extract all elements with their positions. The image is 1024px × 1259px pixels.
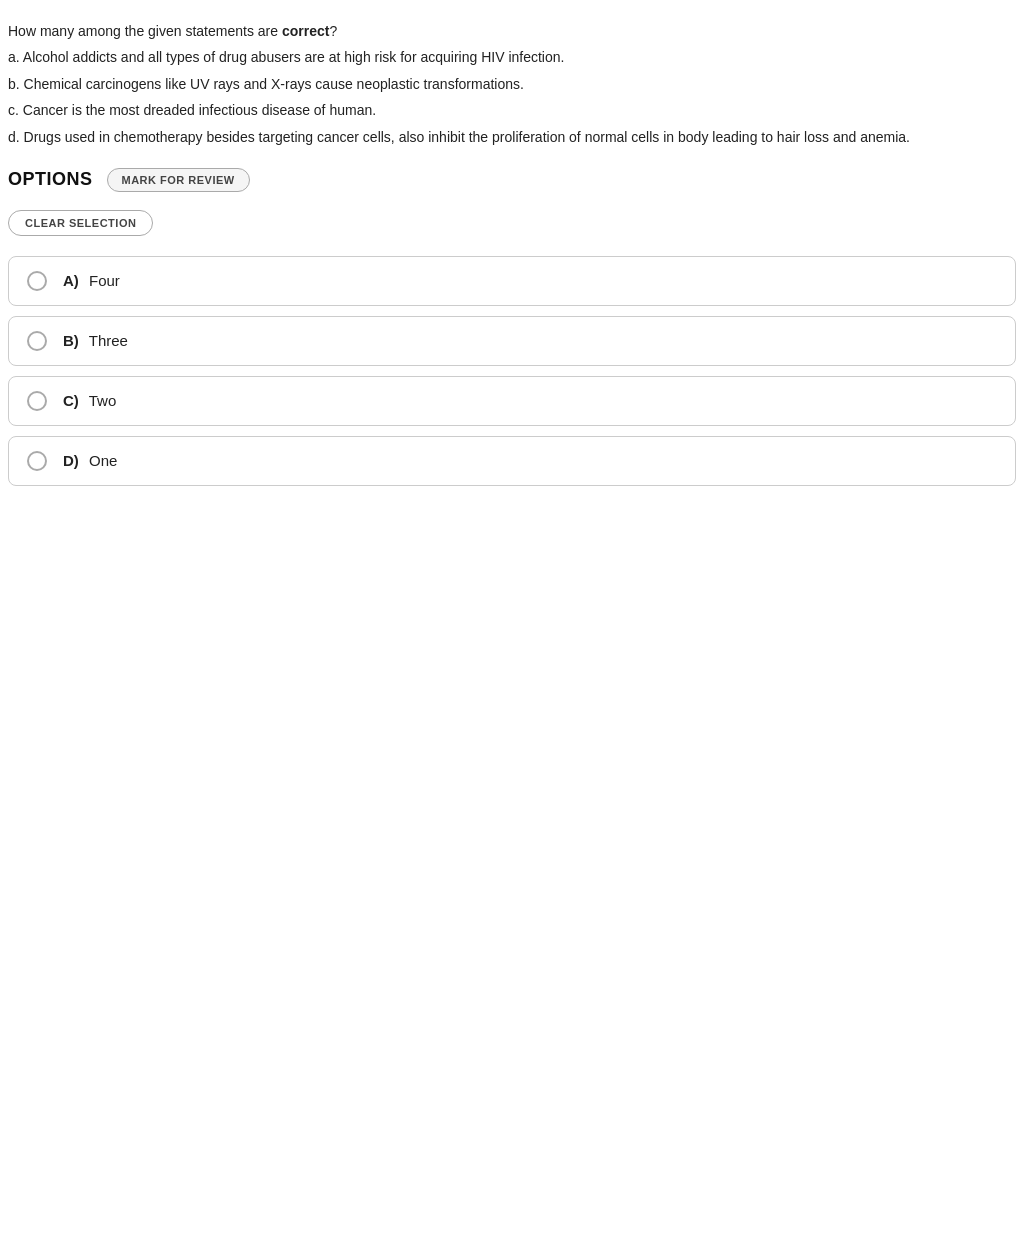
options-header: OPTIONS MARK FOR REVIEW bbox=[8, 168, 1016, 192]
statement-c: c. Cancer is the most dreaded infectious… bbox=[8, 99, 1016, 121]
options-list: A) Four B) Three C) Two D) One bbox=[8, 256, 1016, 486]
option-label-d: D) One bbox=[63, 452, 117, 469]
radio-circle-c bbox=[27, 391, 47, 411]
question-block: How many among the given statements are … bbox=[8, 20, 1016, 148]
option-letter: D) bbox=[63, 452, 79, 469]
option-letter: A) bbox=[63, 272, 79, 289]
option-label-a: A) Four bbox=[63, 272, 120, 289]
option-item-b[interactable]: B) Three bbox=[8, 316, 1016, 366]
radio-circle-d bbox=[27, 451, 47, 471]
mark-for-review-button[interactable]: MARK FOR REVIEW bbox=[107, 168, 250, 192]
option-letter: C) bbox=[63, 392, 79, 409]
options-label: OPTIONS bbox=[8, 169, 93, 190]
option-item-a[interactable]: A) Four bbox=[8, 256, 1016, 306]
statement-b: b. Chemical carcinogens like UV rays and… bbox=[8, 73, 1016, 95]
option-letter: B) bbox=[63, 332, 79, 349]
question-intro: How many among the given statements are … bbox=[8, 20, 1016, 42]
radio-circle-b bbox=[27, 331, 47, 351]
option-item-d[interactable]: D) One bbox=[8, 436, 1016, 486]
clear-selection-button[interactable]: CLEAR SELECTION bbox=[8, 210, 153, 236]
option-item-c[interactable]: C) Two bbox=[8, 376, 1016, 426]
option-label-c: C) Two bbox=[63, 392, 116, 409]
statement-d: d. Drugs used in chemotherapy besides ta… bbox=[8, 126, 1016, 148]
radio-circle-a bbox=[27, 271, 47, 291]
statement-a: a. Alcohol addicts and all types of drug… bbox=[8, 46, 1016, 68]
option-label-b: B) Three bbox=[63, 332, 128, 349]
